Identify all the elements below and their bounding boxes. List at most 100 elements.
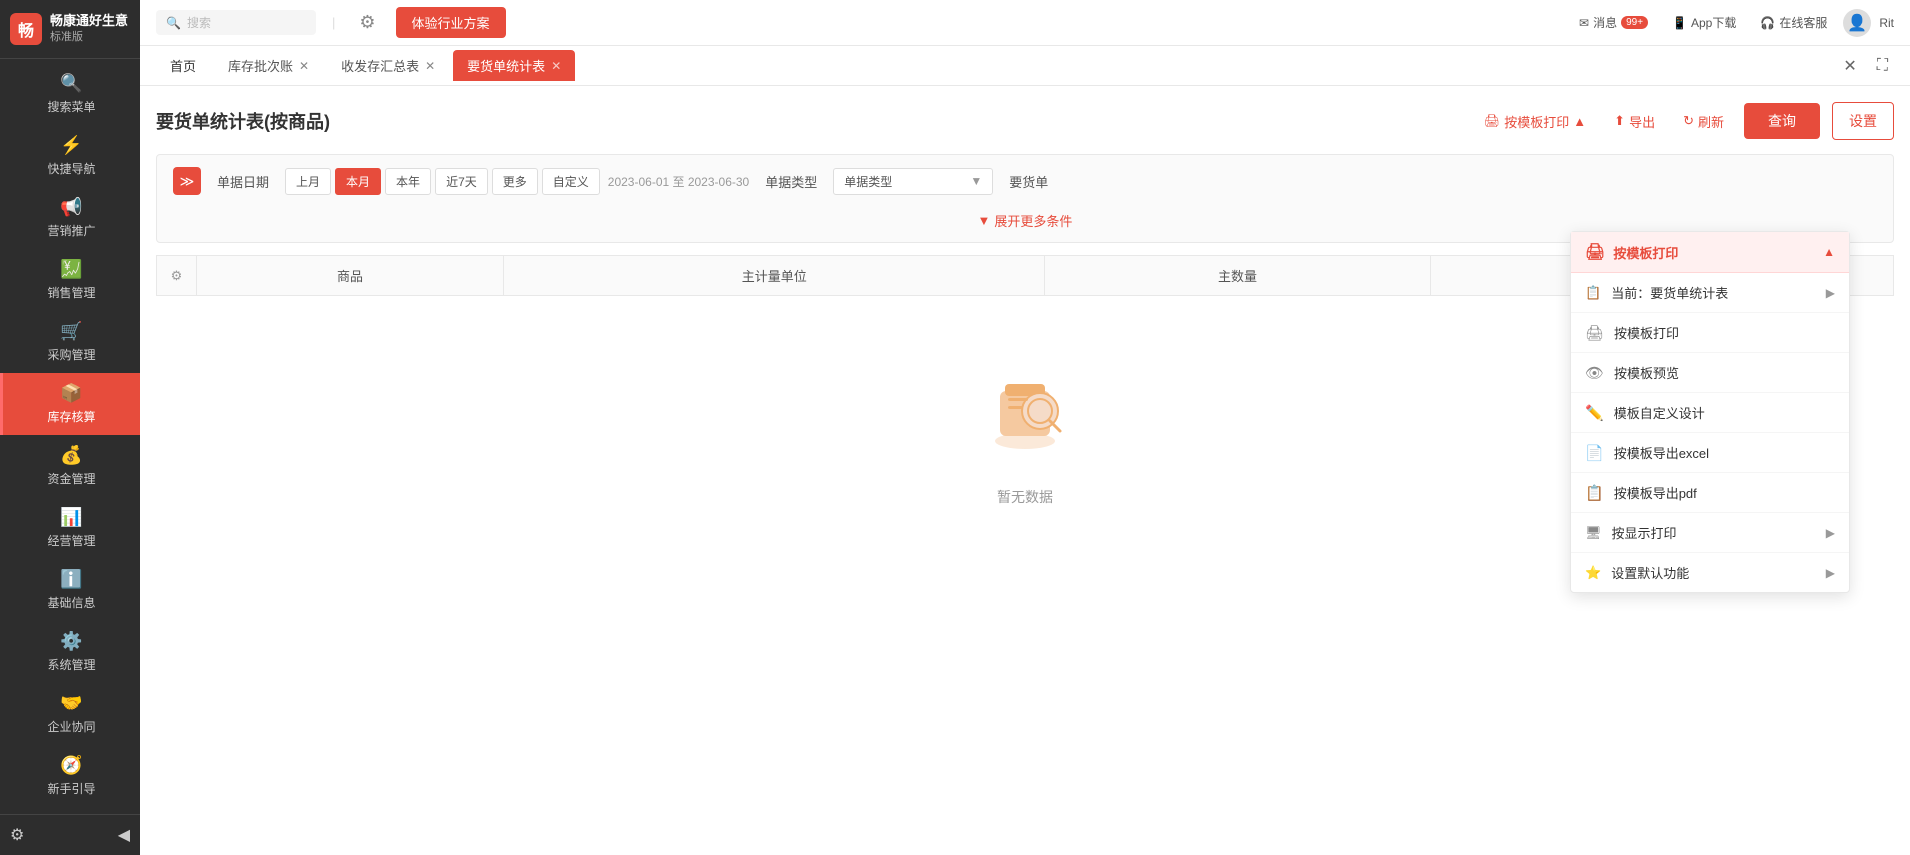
date-btn-custom[interactable]: 自定义 bbox=[542, 168, 600, 195]
sidebar-item-sales[interactable]: 💹 销售管理 bbox=[0, 249, 140, 311]
username: Rit bbox=[1879, 16, 1894, 30]
tab-close-inventory-batch[interactable]: ✕ bbox=[299, 60, 309, 72]
sidebar-item-marketing[interactable]: 📢 营销推广 bbox=[0, 187, 140, 249]
dropdown-item-export-excel[interactable]: 📄 按模板导出excel bbox=[1571, 433, 1849, 473]
tab-receive-summary[interactable]: 收发存汇总表 ✕ bbox=[327, 50, 449, 81]
sidebar-label-cooperation: 企业协同 bbox=[47, 718, 95, 735]
message-btn[interactable]: ✉ 消息 99+ bbox=[1571, 10, 1656, 35]
app-title-block: 畅康通好生意 标准版 bbox=[50, 12, 128, 46]
search-header-icon: 🔍 bbox=[166, 16, 181, 30]
operation-icon: 📊 bbox=[60, 507, 82, 528]
tab-order-stats[interactable]: 要货单统计表 ✕ bbox=[453, 50, 575, 81]
app-download-icon: 📱 bbox=[1672, 16, 1687, 30]
refresh-btn[interactable]: ↻ 刷新 bbox=[1675, 108, 1732, 135]
dropdown-set-default[interactable]: ⭐ 设置默认功能 ▶ bbox=[1571, 553, 1849, 592]
sidebar-label-basic: 基础信息 bbox=[47, 594, 95, 611]
basic-icon: ℹ️ bbox=[60, 569, 82, 590]
tab-home[interactable]: 首页 bbox=[156, 50, 210, 81]
export-excel-icon: 📄 bbox=[1585, 444, 1604, 462]
sidebar-item-operation[interactable]: 📊 经营管理 bbox=[0, 497, 140, 559]
sidebar-item-quick-nav[interactable]: ⚡ 快捷导航 bbox=[0, 125, 140, 187]
page-settings-btn[interactable]: 设置 bbox=[1832, 102, 1894, 140]
main-area: 🔍 搜索 | ⚙ 体验行业方案 ✉ 消息 99+ 📱 App下载 🎧 在线客服 … bbox=[140, 0, 1910, 855]
sidebar-logo: 畅 畅康通好生意 标准版 bbox=[0, 0, 140, 59]
page-title-row: 要货单统计表(按商品) 🖨 按模板打印 ▲ ⬆ 导出 ↻ 刷新 bbox=[156, 102, 1894, 140]
sidebar-item-guide[interactable]: 🧭 新手引导 bbox=[0, 745, 140, 807]
dropdown-item-export-pdf[interactable]: 📋 按模板导出pdf bbox=[1571, 473, 1849, 513]
th-settings[interactable]: ⚙ bbox=[157, 256, 197, 296]
sidebar-item-basic[interactable]: ℹ️ 基础信息 bbox=[0, 559, 140, 621]
guide-icon: 🧭 bbox=[60, 755, 82, 776]
collapse-btn[interactable]: ◀ bbox=[118, 825, 130, 845]
current-item-chevron: ▶ bbox=[1826, 286, 1835, 300]
sidebar-label-inventory: 库存核算 bbox=[47, 408, 95, 425]
date-btn-this-month[interactable]: 本月 bbox=[335, 168, 381, 195]
empty-text: 暂无数据 bbox=[997, 487, 1053, 507]
dropdown-arrow-icon: ▼ bbox=[970, 174, 982, 188]
empty-illustration bbox=[975, 356, 1075, 475]
app-download-label: App下载 bbox=[1691, 14, 1736, 31]
print-btn[interactable]: 🖨 按模板打印 ▲ bbox=[1476, 108, 1594, 135]
dropdown-item-template-design[interactable]: ✏️ 模板自定义设计 bbox=[1571, 393, 1849, 433]
sidebar-item-purchase[interactable]: 🛒 采购管理 bbox=[0, 311, 140, 373]
sidebar-item-app[interactable]: 📱 应用中心 bbox=[0, 807, 140, 814]
tabs-controls: ✕ ⛶ bbox=[1837, 54, 1894, 78]
sidebar-item-system[interactable]: ⚙️ 系统管理 bbox=[0, 621, 140, 683]
export-pdf-icon: 📋 bbox=[1585, 484, 1604, 502]
sidebar-item-cooperation[interactable]: 🤝 企业协同 bbox=[0, 683, 140, 745]
header-actions: ✉ 消息 99+ 📱 App下载 🎧 在线客服 👤 Rit bbox=[1571, 9, 1894, 37]
app-logo-icon: 畅 bbox=[10, 13, 42, 45]
filter-section: ≫ 单据日期 上月 本月 本年 近7天 更多 自定义 2023-06-01 至 … bbox=[156, 154, 1894, 243]
date-btn-last-month[interactable]: 上月 bbox=[285, 168, 331, 195]
tab-close-all-btn[interactable]: ✕ bbox=[1837, 54, 1862, 78]
sidebar-label-purchase: 采购管理 bbox=[47, 346, 95, 363]
tab-maximize-btn[interactable]: ⛶ bbox=[1871, 55, 1894, 77]
trial-btn[interactable]: 体验行业方案 bbox=[396, 7, 506, 38]
type-dropdown[interactable]: 单据类型 ▼ bbox=[833, 168, 993, 195]
set-default-chevron: ▶ bbox=[1826, 566, 1835, 580]
sidebar-bottom: ⚙ ◀ bbox=[0, 814, 140, 855]
date-btn-more[interactable]: 更多 bbox=[492, 168, 538, 195]
goods-filter-label: 要货单 bbox=[1009, 172, 1048, 191]
table-settings-icon[interactable]: ⚙ bbox=[171, 268, 183, 283]
header-search[interactable]: 🔍 搜索 bbox=[156, 10, 316, 35]
system-icon: ⚙️ bbox=[60, 631, 82, 652]
tab-close-order-stats[interactable]: ✕ bbox=[551, 60, 561, 72]
th-unit: 主计量单位 bbox=[503, 256, 1045, 296]
filter-toggle-icon[interactable]: ≫ bbox=[173, 167, 201, 195]
sidebar-item-inventory[interactable]: 📦 库存核算 bbox=[0, 373, 140, 435]
date-btn-last7[interactable]: 近7天 bbox=[435, 168, 488, 195]
th-qty: 主数量 bbox=[1045, 256, 1430, 296]
sidebar-label-quick: 快捷导航 bbox=[47, 160, 95, 177]
dropdown-header[interactable]: 🖨 按模板打印 ▲ bbox=[1571, 232, 1849, 273]
tab-inventory-batch[interactable]: 库存批次账 ✕ bbox=[214, 50, 323, 81]
app-subtitle: 标准版 bbox=[50, 30, 128, 45]
settings-bottom-btn[interactable]: ⚙ bbox=[10, 825, 24, 845]
expand-more-btn[interactable]: ▼ 展开更多条件 bbox=[978, 211, 1073, 230]
export-btn[interactable]: ⬆ 导出 bbox=[1606, 108, 1663, 135]
online-service-btn[interactable]: 🎧 在线客服 bbox=[1752, 10, 1835, 35]
message-label: 消息 bbox=[1593, 14, 1617, 31]
sidebar-nav: 🔍 搜索菜单 ⚡ 快捷导航 📢 营销推广 💹 销售管理 🛒 采购管理 📦 库存核… bbox=[0, 59, 140, 814]
date-range-text: 2023-06-01 至 2023-06-30 bbox=[608, 173, 749, 190]
sidebar-item-finance[interactable]: 💰 资金管理 bbox=[0, 435, 140, 497]
query-btn[interactable]: 查询 bbox=[1744, 103, 1820, 139]
display-print-icon: 🖥 bbox=[1585, 525, 1602, 541]
template-print-icon: 🖨 bbox=[1585, 324, 1604, 342]
dropdown-item-template-preview[interactable]: 👁 按模板预览 bbox=[1571, 353, 1849, 393]
sidebar-label-marketing: 营销推广 bbox=[47, 222, 95, 239]
tab-close-receive-summary[interactable]: ✕ bbox=[425, 60, 435, 72]
dropdown-item-template-print[interactable]: 🖨 按模板打印 bbox=[1571, 313, 1849, 353]
dropdown-display-print[interactable]: 🖥 按显示打印 ▶ bbox=[1571, 513, 1849, 553]
user-avatar[interactable]: 👤 bbox=[1843, 9, 1871, 37]
settings-gear-btn[interactable]: ⚙ bbox=[351, 8, 383, 37]
dropdown-current-item[interactable]: 📋 当前：要货单统计表 ▶ bbox=[1571, 273, 1849, 313]
dropdown-title: 按模板打印 bbox=[1613, 243, 1678, 262]
type-dropdown-text: 单据类型 bbox=[844, 173, 892, 190]
sidebar-item-search[interactable]: 🔍 搜索菜单 bbox=[0, 63, 140, 125]
print-dropdown-menu: 🖨 按模板打印 ▲ 📋 当前：要货单统计表 ▶ 🖨 按模板打印 👁 bbox=[1570, 231, 1850, 593]
app-download-btn[interactable]: 📱 App下载 bbox=[1664, 10, 1744, 35]
date-btn-this-year[interactable]: 本年 bbox=[385, 168, 431, 195]
current-item-icon: 📋 bbox=[1585, 285, 1601, 301]
dropdown-collapse-icon: ▲ bbox=[1823, 245, 1835, 259]
